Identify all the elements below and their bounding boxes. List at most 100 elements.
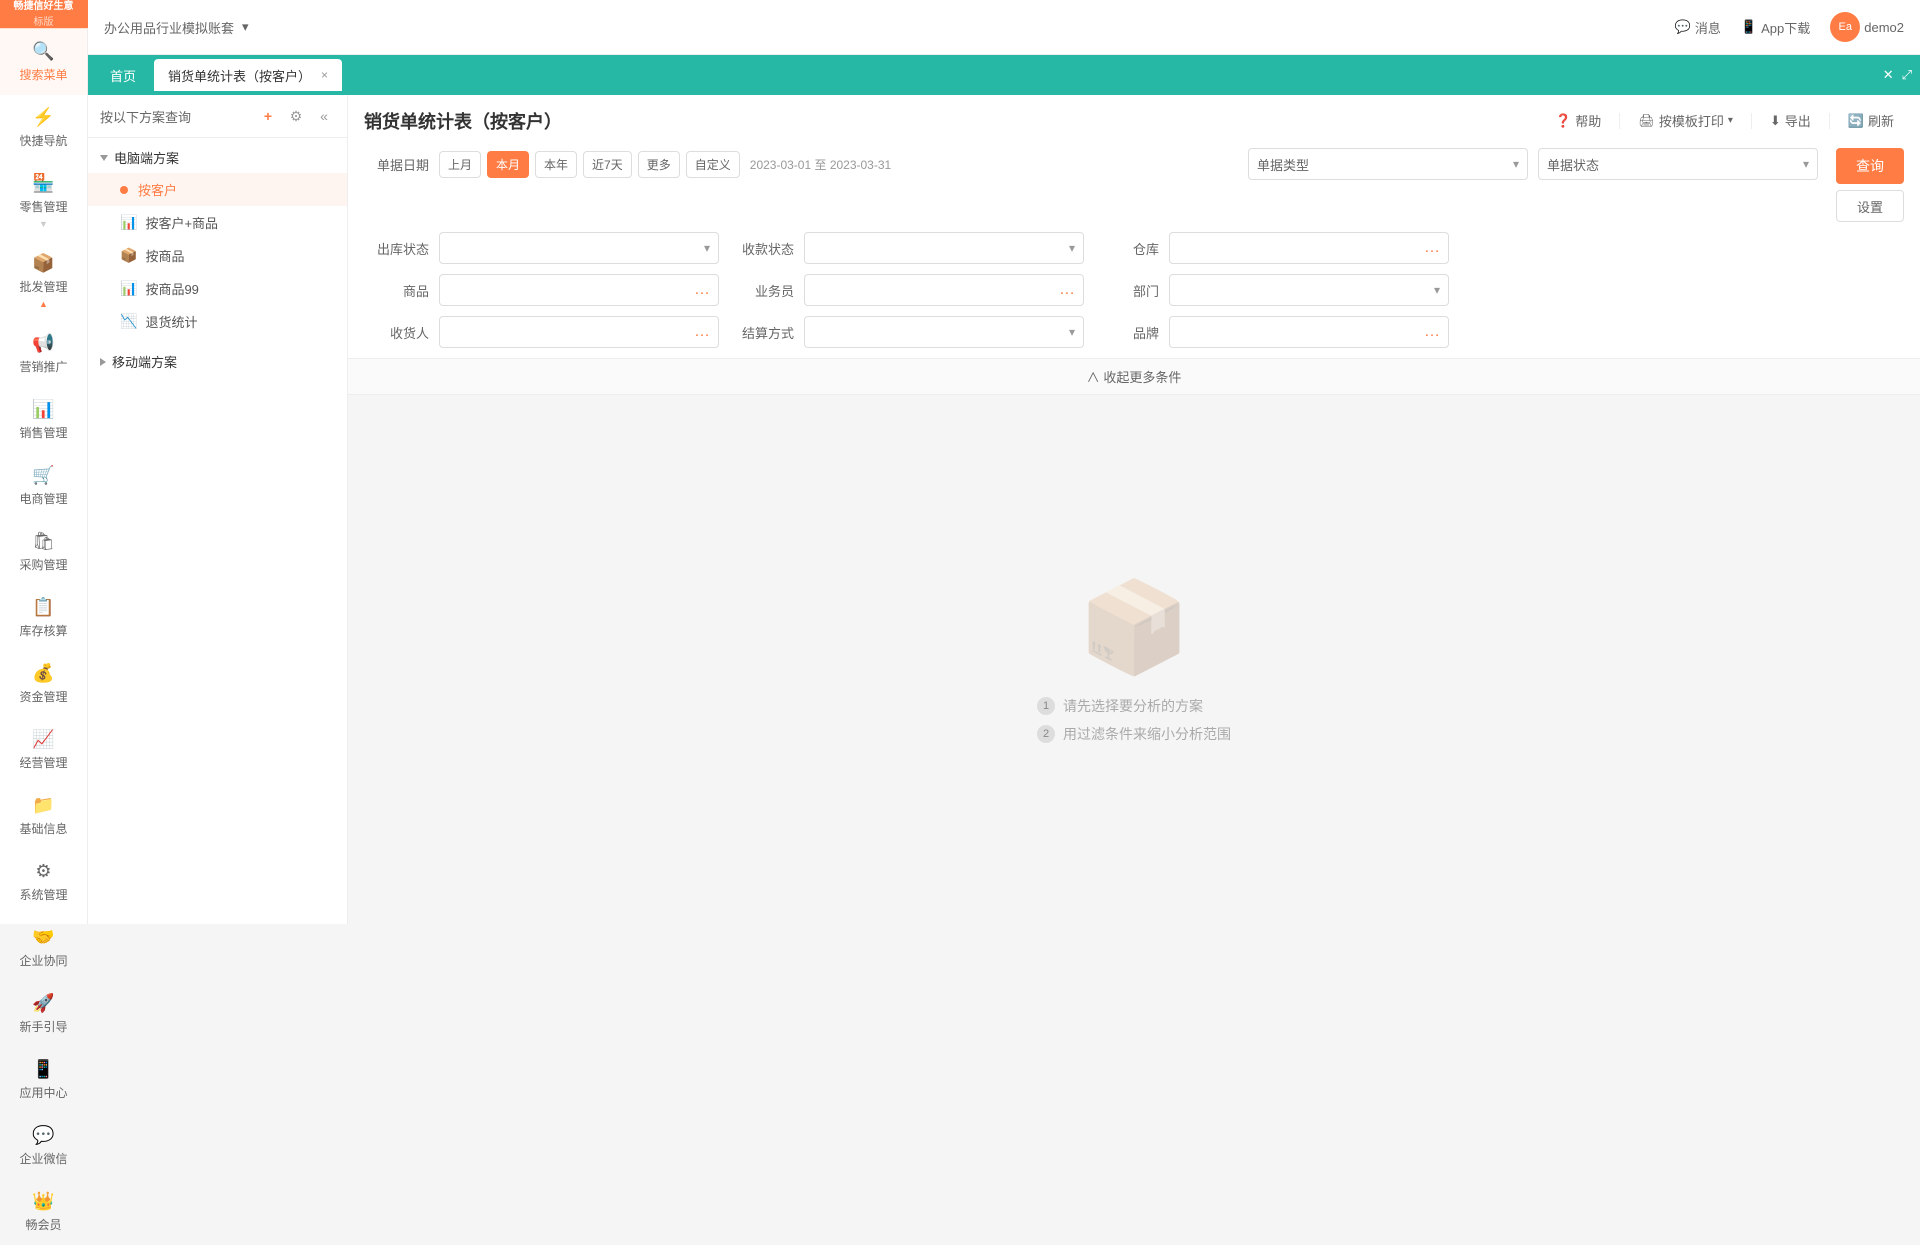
sidebar-item-label: 应用中心 [19, 1084, 67, 1101]
sidebar-item-system[interactable]: ⚙ 系统管理 [0, 849, 87, 915]
breadcrumb-text: 办公用品行业模拟账套 [104, 18, 234, 37]
sidebar-item-wechat[interactable]: 💬 企业微信 [0, 1113, 87, 1179]
warehouse-input[interactable]: … [1169, 232, 1449, 264]
basic-info-icon: 📁 [32, 795, 54, 816]
left-panel: 按以下方案查询 + ⚙ « 电脑端方案 [88, 95, 348, 924]
collapse-label: 收起更多条件 [1103, 370, 1181, 385]
inventory-icon: 📋 [32, 597, 54, 618]
scheme-item-by-customer[interactable]: 按客户 [88, 173, 347, 206]
add-scheme-button[interactable]: + [257, 105, 279, 127]
user-profile[interactable]: Ea demo2 [1830, 12, 1904, 42]
settlement-label: 结算方式 [729, 323, 794, 342]
sidebar-item-label: 零售管理 [19, 198, 67, 215]
main-content: 办公用品行业模拟账套 ▾ 💬 消息 📱 App下载 Ea demo2 首页 [88, 0, 1920, 924]
username-label: demo2 [1864, 20, 1904, 35]
active-indicator [120, 186, 128, 194]
scheme-item-by-product-99[interactable]: 📊 按商品99 [88, 272, 347, 305]
scheme-item-label: 按商品99 [145, 279, 198, 298]
content-area: 按以下方案查询 + ⚙ « 电脑端方案 [88, 95, 1920, 924]
scheme-item-return-stats[interactable]: 📉 退货统计 [88, 305, 347, 338]
sidebar-item-basic-info[interactable]: 📁 基础信息 [0, 783, 87, 849]
export-button[interactable]: ⬇ 导出 [1760, 107, 1821, 134]
salesperson-input[interactable]: … [804, 274, 1084, 306]
sidebar-item-member[interactable]: 👑 畅会员 [0, 1179, 87, 1245]
date-btn-last7[interactable]: 近7天 [583, 151, 632, 178]
logo-sub: 标版 [34, 13, 54, 28]
product-input[interactable]: … [439, 274, 719, 306]
date-btn-last-month[interactable]: 上月 [439, 151, 481, 178]
mobile-scheme-group: 移动端方案 [88, 342, 347, 381]
payment-status-label: 收款状态 [729, 239, 794, 258]
help-button[interactable]: ❓ 帮助 [1545, 107, 1611, 134]
scheme-item-by-product[interactable]: 📦 按商品 [88, 239, 347, 272]
settings-icon: ⚙ [290, 108, 303, 125]
doc-type-select[interactable]: 单据类型 ▾ [1248, 148, 1528, 180]
brand-input[interactable]: … [1169, 316, 1449, 348]
doc-status-chevron-icon: ▾ [1803, 157, 1809, 171]
sidebar-item-wholesale[interactable]: 📦 批发管理 ▲ [0, 241, 87, 321]
search-icon: 🔍 [32, 41, 54, 62]
sidebar-item-inventory[interactable]: 📋 库存核算 [0, 585, 87, 651]
salesperson-dots-icon: … [1059, 281, 1075, 299]
date-btn-this-month[interactable]: 本月 [487, 151, 529, 178]
query-button[interactable]: 查询 [1836, 148, 1904, 184]
scheme-item-label: 退货统计 [145, 312, 197, 331]
collapse-bar[interactable]: ∧ 收起更多条件 [348, 359, 1920, 395]
date-filter-label: 单据日期 [364, 155, 429, 174]
msg-button[interactable]: 💬 消息 [1675, 18, 1721, 37]
breadcrumb-chevron-icon: ▾ [242, 19, 249, 35]
payment-status-select[interactable]: ▾ [804, 232, 1084, 264]
scheme-settings-button[interactable]: ⚙ [285, 105, 307, 127]
mobile-group-header[interactable]: 移动端方案 [88, 346, 347, 377]
sidebar-item-label: 系统管理 [19, 886, 67, 903]
tab-sales-stats[interactable]: 销货单统计表（按客户） × [154, 59, 342, 91]
sidebar-item-label: 电商管理 [19, 490, 67, 507]
refresh-button[interactable]: 🔄 刷新 [1838, 107, 1904, 134]
tab-expand-icon[interactable]: ⤢ [1902, 67, 1912, 83]
date-btn-this-year[interactable]: 本年 [535, 151, 577, 178]
ship-status-select[interactable]: ▾ [439, 232, 719, 264]
scheme-item-icon: 📦 [120, 247, 137, 264]
sidebar-item-finance[interactable]: 💰 资金管理 [0, 651, 87, 717]
sidebar-item-app-center[interactable]: 📱 应用中心 [0, 1047, 87, 1113]
collapse-left-panel-button[interactable]: « [313, 105, 335, 127]
finance-icon: 💰 [32, 663, 54, 684]
settlement-select[interactable]: ▾ [804, 316, 1084, 348]
date-filter-group: 上月 本月 本年 近7天 更多 自定义 2023-03-01 至 2023-03… [439, 151, 1238, 178]
ship-status-label: 出库状态 [364, 239, 429, 258]
date-btn-custom[interactable]: 自定义 [686, 151, 740, 178]
sidebar-item-label: 畅会员 [25, 1216, 61, 1233]
scheme-item-icon: 📊 [120, 280, 137, 297]
scheme-item-by-customer-product[interactable]: 📊 按客户+商品 [88, 206, 347, 239]
msg-icon: 💬 [1675, 19, 1691, 35]
sidebar-item-sales-mgmt[interactable]: 📊 销售管理 [0, 387, 87, 453]
tab-close-window-icon[interactable]: ✕ [1883, 67, 1894, 83]
sidebar-item-quick-nav[interactable]: ⚡ 快捷导航 [0, 95, 87, 161]
sidebar-item-collab[interactable]: 🤝 企业协同 [0, 915, 87, 981]
newuser-icon: 🚀 [32, 993, 54, 1014]
tab-home[interactable]: 首页 [96, 59, 150, 91]
msg-label: 消息 [1695, 18, 1721, 37]
tab-close-icon[interactable]: × [321, 68, 328, 82]
doc-status-select[interactable]: 单据状态 ▾ [1538, 148, 1818, 180]
filter-row-3: 商品 … 业务员 … 部门 ▾ [364, 274, 1904, 306]
sidebar-item-search[interactable]: 🔍 搜索菜单 [0, 28, 87, 95]
desktop-group-header[interactable]: 电脑端方案 [88, 142, 347, 173]
print-button[interactable]: 🖨 按模板打印 ▾ [1628, 107, 1743, 134]
recipient-input[interactable]: … [439, 316, 719, 348]
sidebar-item-operations[interactable]: 📈 经营管理 [0, 717, 87, 783]
scheme-item-label: 按商品 [145, 246, 184, 265]
dept-select[interactable]: ▾ [1169, 274, 1449, 306]
doc-status-label: 单据状态 [1547, 155, 1599, 174]
right-panel-header: 销货单统计表（按客户） ❓ 帮助 🖨 按模板打印 ▾ [348, 95, 1920, 359]
sidebar-item-ecom[interactable]: 🛒 电商管理 [0, 453, 87, 519]
sidebar-item-newuser[interactable]: 🚀 新手引导 [0, 981, 87, 1047]
date-btn-more[interactable]: 更多 [638, 151, 680, 178]
sidebar-item-retail[interactable]: 🏪 零售管理 ▼ [0, 161, 87, 241]
sidebar-item-label: 采购管理 [19, 556, 67, 573]
sidebar-item-purchase[interactable]: 🛍 采购管理 [0, 519, 87, 585]
sidebar-item-marketing[interactable]: 📢 营销推广 [0, 321, 87, 387]
sidebar-item-label: 库存核算 [19, 622, 67, 639]
app-download-button[interactable]: 📱 App下载 [1741, 18, 1810, 37]
setting-button[interactable]: 设置 [1836, 190, 1904, 222]
